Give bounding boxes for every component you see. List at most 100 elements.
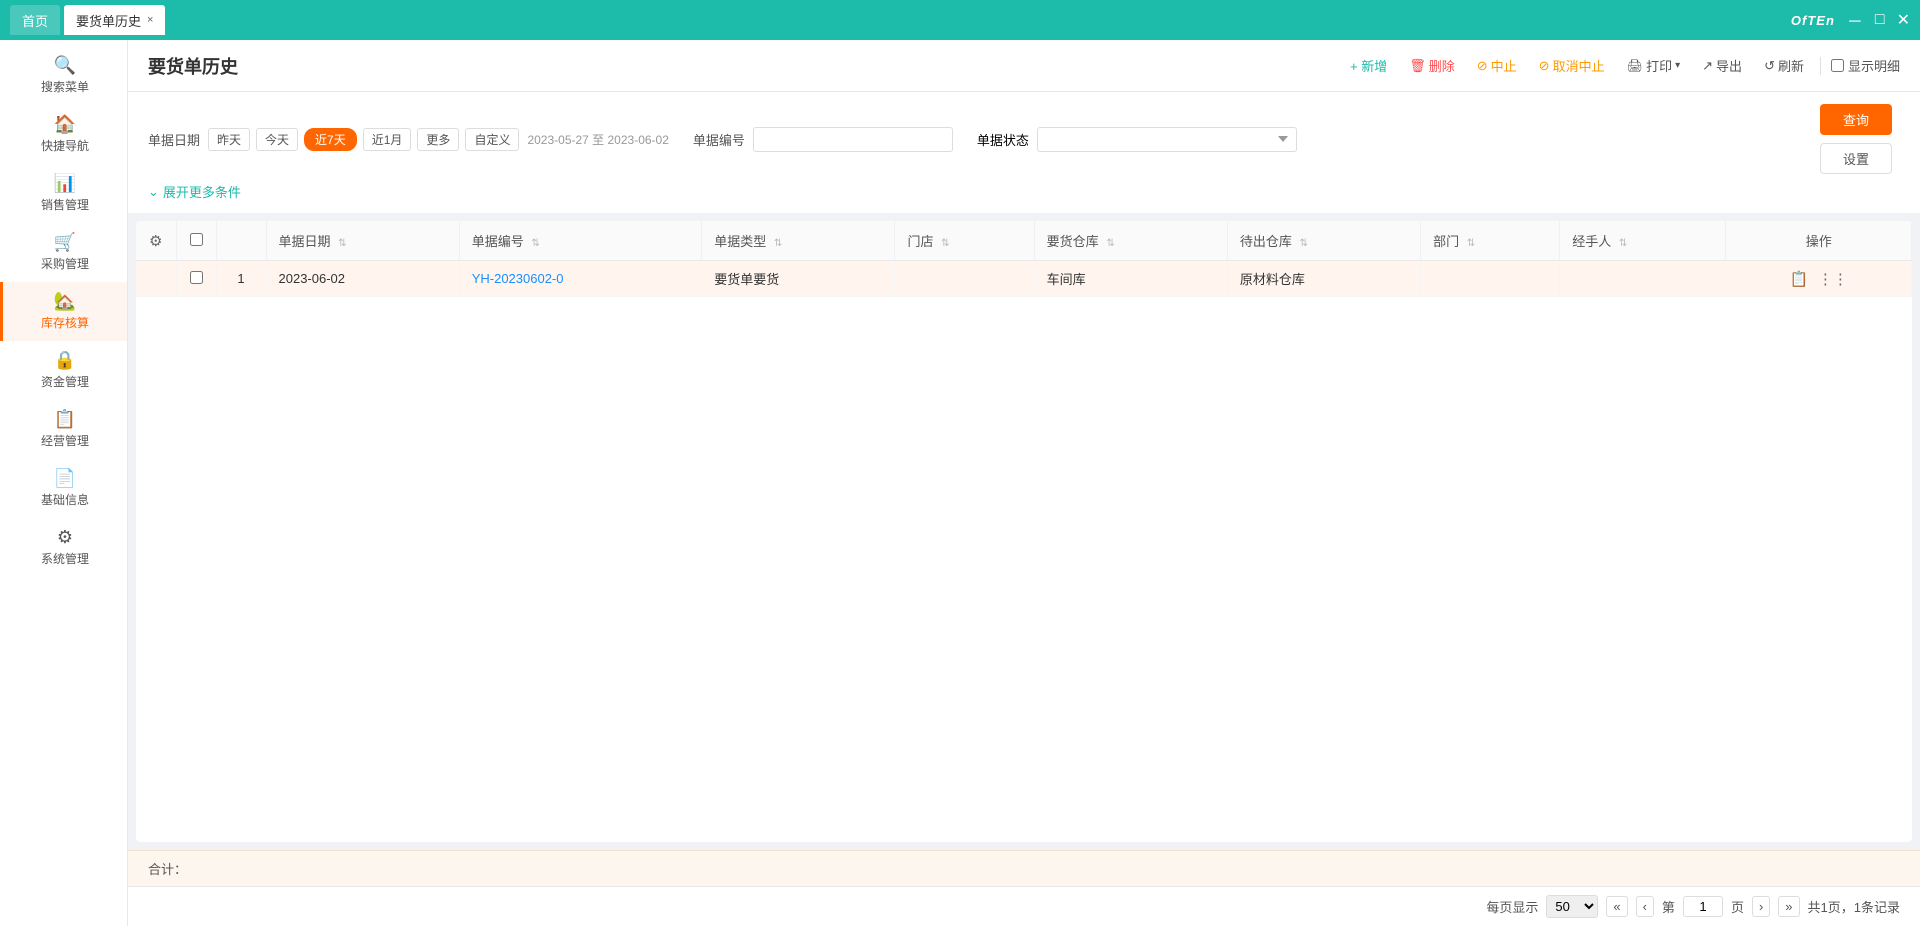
cancel-stop-button[interactable]: ⊘ 取消中止 — [1533, 52, 1611, 79]
table-row[interactable]: 1 2023-06-02 YH-20230602-0 要货单要货 车间库 原材料… — [136, 261, 1912, 297]
sidebar-item-purchase[interactable]: 🛒 采购管理 — [0, 223, 127, 282]
minimize-icon[interactable]: － — [1847, 8, 1863, 32]
cart-icon: 🛒 — [54, 233, 76, 251]
sidebar-item-operations[interactable]: 📋 经营管理 — [0, 400, 127, 459]
warehouse-icon: 🏡 — [54, 292, 76, 310]
date-sort-icon[interactable]: ⇅ — [338, 238, 346, 249]
date-btn-1month[interactable]: 近1月 — [363, 128, 412, 151]
sidebar-item-sales[interactable]: 📊 销售管理 — [0, 164, 127, 223]
date-btn-yesterday[interactable]: 昨天 — [208, 128, 250, 151]
sidebar-item-system-label: 系统管理 — [41, 550, 89, 567]
search-top-row: 单据日期 昨天 今天 近7天 近1月 更多 自定义 2023-05-27 至 2… — [148, 104, 1900, 174]
sidebar-item-basic-info[interactable]: 📄 基础信息 — [0, 459, 127, 518]
close-window-icon[interactable]: ✕ — [1897, 10, 1910, 30]
department-sort-icon[interactable]: ⇅ — [1467, 238, 1475, 249]
display-detail-checkbox[interactable]: 显示明细 — [1831, 56, 1900, 75]
sidebar-item-finance[interactable]: 🔒 资金管理 — [0, 341, 127, 400]
tab-home[interactable]: 首页 — [10, 5, 60, 35]
col-pending-warehouse[interactable]: 待出仓库 ⇅ — [1227, 221, 1420, 261]
expand-more-button[interactable]: ⌄ 展开更多条件 — [148, 182, 1900, 201]
col-shop[interactable]: 门店 ⇅ — [895, 221, 1034, 261]
last-page-button[interactable]: » — [1778, 896, 1799, 917]
top-bar-right: OfTEn － □ ✕ — [1791, 8, 1910, 32]
order-no-sort-icon[interactable]: ⇅ — [531, 238, 539, 249]
per-page-label: 每页显示 — [1486, 897, 1538, 916]
basic-info-icon: 📄 — [54, 469, 76, 487]
display-detail-label: 显示明细 — [1848, 56, 1900, 75]
sidebar-item-purchase-label: 采购管理 — [41, 255, 89, 272]
action-buttons: 查询 设置 — [1820, 104, 1900, 174]
table-header-row: ⚙ 单据日期 ⇅ 单据编号 ⇅ — [136, 221, 1912, 261]
home-icon: 🏠 — [54, 115, 76, 133]
query-button[interactable]: 查询 — [1820, 104, 1892, 135]
requisition-history-tab-label: 要货单历史 — [76, 11, 141, 30]
row-order-type-cell: 要货单要货 — [702, 261, 895, 297]
main-layout: 🔍 搜索菜单 🏠 快捷导航 📊 销售管理 🛒 采购管理 🏡 库存核算 🔒 资金管… — [0, 40, 1920, 926]
sidebar-item-system[interactable]: ⚙ 系统管理 — [0, 518, 127, 577]
col-req-warehouse[interactable]: 要货仓库 ⇅ — [1034, 221, 1227, 261]
col-pending-warehouse-label: 待出仓库 — [1240, 234, 1292, 249]
order-no-input[interactable] — [753, 127, 953, 152]
col-handler[interactable]: 经手人 ⇅ — [1560, 221, 1726, 261]
shop-sort-icon[interactable]: ⇅ — [941, 238, 949, 249]
handler-sort-icon[interactable]: ⇅ — [1619, 238, 1627, 249]
sidebar-item-inventory[interactable]: 🏡 库存核算 — [0, 282, 127, 341]
sidebar-item-search-menu[interactable]: 🔍 搜索菜单 — [0, 46, 127, 105]
prev-page-button[interactable]: ‹ — [1636, 896, 1654, 917]
date-btn-custom[interactable]: 自定义 — [465, 128, 519, 151]
print-icon: 🖨 — [1627, 58, 1644, 74]
add-button[interactable]: + 新增 — [1344, 52, 1393, 79]
maximize-icon[interactable]: □ — [1875, 11, 1885, 29]
row-edit-icon[interactable]: 📋 — [1790, 271, 1809, 288]
close-tab-icon[interactable]: × — [147, 14, 153, 26]
col-shop-label: 门店 — [907, 234, 933, 249]
select-all-checkbox[interactable] — [190, 233, 203, 246]
display-detail-check[interactable] — [1831, 59, 1844, 72]
order-type-sort-icon[interactable]: ⇅ — [774, 238, 782, 249]
setting-button[interactable]: 设置 — [1820, 143, 1892, 174]
order-no-link[interactable]: YH-20230602-0 — [472, 271, 564, 286]
req-warehouse-sort-icon[interactable]: ⇅ — [1106, 238, 1114, 249]
print-button[interactable]: 🖨 打印 ▾ — [1621, 52, 1687, 79]
sidebar-item-search-menu-label: 搜索菜单 — [41, 78, 89, 95]
tab-requisition-history[interactable]: 要货单历史 × — [64, 5, 165, 35]
next-page-button[interactable]: › — [1752, 896, 1770, 917]
date-label: 单据日期 — [148, 130, 200, 149]
per-page-select[interactable]: 50 100 200 — [1546, 895, 1598, 918]
row-checkbox[interactable] — [190, 271, 203, 284]
table-container: ⚙ 单据日期 ⇅ 单据编号 ⇅ — [136, 221, 1912, 842]
date-btn-7days[interactable]: 近7天 — [304, 128, 357, 151]
col-settings[interactable]: ⚙ — [136, 221, 176, 261]
page-title-row: 要货单历史 + 新增 🗑 删除 ⊘ 中止 ⊘ 取消中止 — [148, 52, 1900, 79]
row-handler-cell — [1560, 261, 1726, 297]
row-more-icon[interactable]: ⋮⋮ — [1818, 271, 1848, 288]
order-no-field: 单据编号 — [693, 127, 953, 152]
pending-warehouse-sort-icon[interactable]: ⇅ — [1300, 238, 1308, 249]
expand-label: 展开更多条件 — [163, 182, 241, 201]
date-btn-today[interactable]: 今天 — [256, 128, 298, 151]
export-icon: ↗ — [1702, 58, 1713, 74]
date-btn-more[interactable]: 更多 — [417, 128, 459, 151]
page-input[interactable] — [1683, 896, 1723, 917]
col-order-no[interactable]: 单据编号 ⇅ — [459, 221, 702, 261]
refresh-button[interactable]: ↺ 刷新 — [1758, 52, 1810, 79]
system-icon: ⚙ — [57, 528, 73, 546]
status-select[interactable] — [1037, 127, 1297, 152]
delete-button[interactable]: 🗑 删除 — [1403, 52, 1461, 79]
first-page-button[interactable]: « — [1606, 896, 1627, 917]
export-button[interactable]: ↗ 导出 — [1696, 52, 1748, 79]
col-req-warehouse-label: 要货仓库 — [1047, 234, 1099, 249]
delete-icon: 🗑 — [1409, 58, 1426, 74]
stop-button[interactable]: ⊘ 中止 — [1471, 52, 1523, 79]
row-shop-cell — [895, 261, 1034, 297]
toolbar-divider — [1820, 57, 1821, 75]
toolbar: + 新增 🗑 删除 ⊘ 中止 ⊘ 取消中止 🖨 打 — [1344, 52, 1900, 79]
date-range-display: 2023-05-27 至 2023-06-02 — [527, 131, 668, 148]
column-settings-icon[interactable]: ⚙ — [149, 233, 162, 250]
row-checkbox-cell — [176, 261, 216, 297]
col-date[interactable]: 单据日期 ⇅ — [266, 221, 459, 261]
home-tab-label: 首页 — [22, 11, 48, 30]
sidebar-item-quick-nav[interactable]: 🏠 快捷导航 — [0, 105, 127, 164]
col-department[interactable]: 部门 ⇅ — [1421, 221, 1560, 261]
col-order-type[interactable]: 单据类型 ⇅ — [702, 221, 895, 261]
